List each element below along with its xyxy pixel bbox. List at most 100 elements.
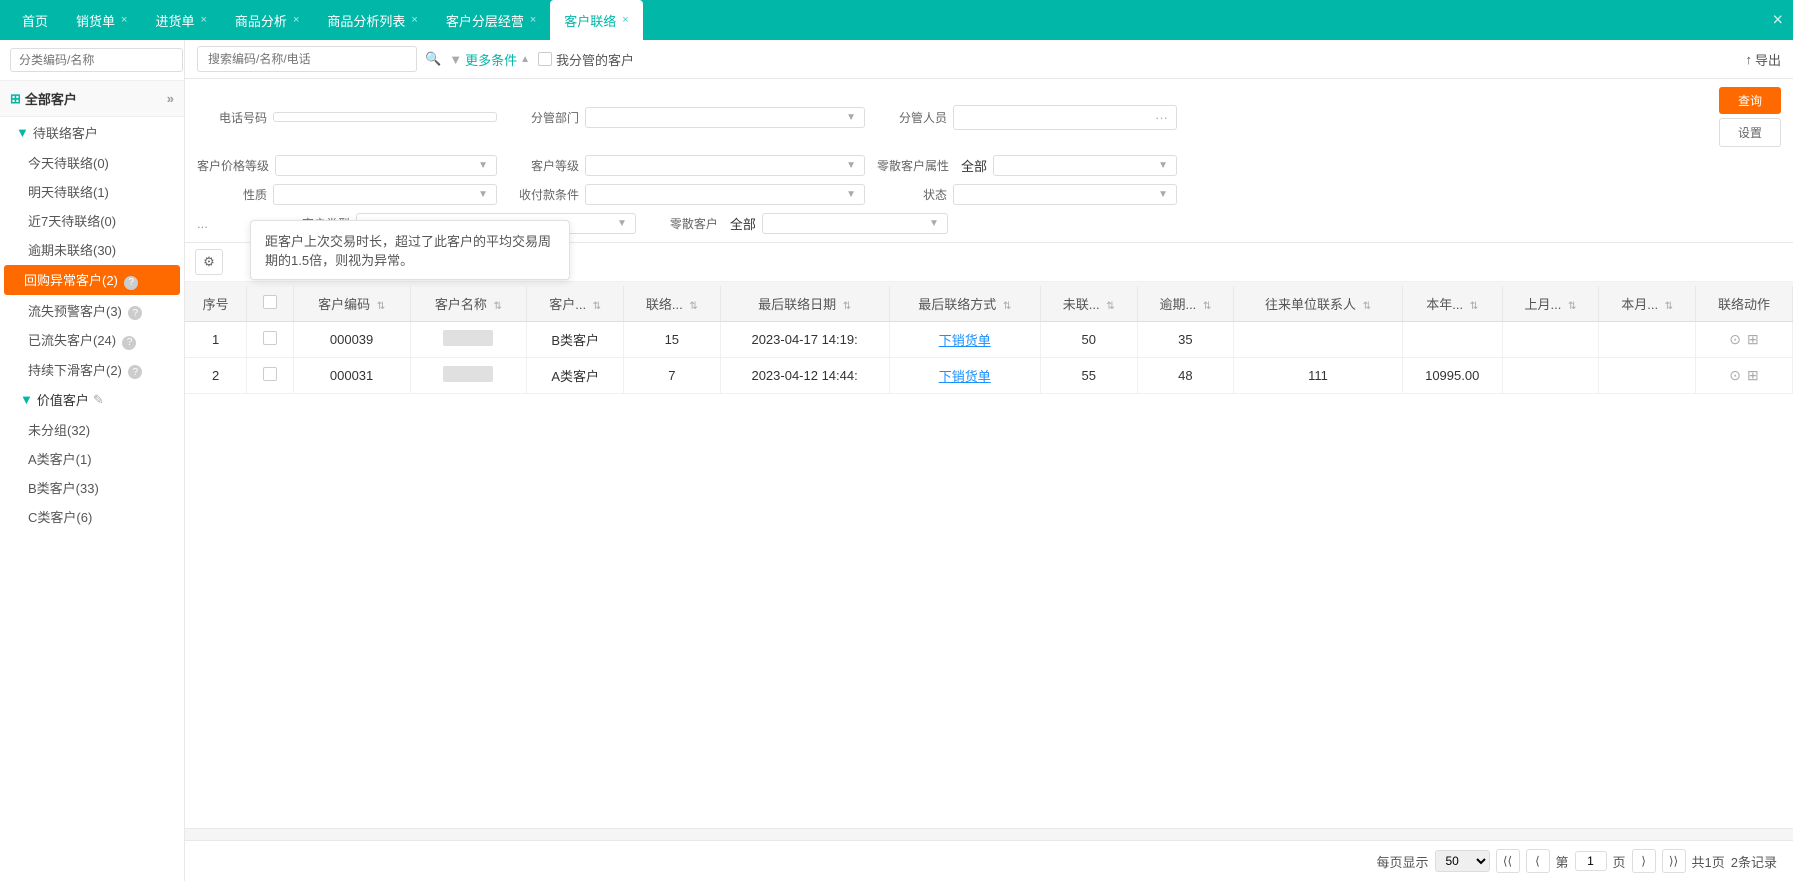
horizontal-scrollbar[interactable]: [185, 828, 1793, 840]
sort-icon: ⇅: [689, 301, 697, 312]
sidebar-item-churn-warning[interactable]: 流失预警客户(3) ?: [0, 296, 184, 326]
chevron-down-icon: ▼: [1158, 189, 1168, 200]
search-button[interactable]: 🔍: [425, 51, 441, 67]
close-icon[interactable]: ×: [200, 14, 206, 26]
my-customer-checkbox[interactable]: [538, 52, 552, 66]
all-customers-title[interactable]: ⊞ 全部客户 »: [0, 81, 184, 117]
sidebar-item-class-b[interactable]: B类客户(33): [0, 473, 184, 502]
payment-terms-dropdown[interactable]: ▼: [585, 184, 865, 205]
nav-product-analysis[interactable]: 商品分析 ×: [221, 0, 313, 40]
col-header-last-month[interactable]: 上月... ⇅: [1502, 286, 1599, 322]
col-header-code[interactable]: 客户编码 ⇅: [293, 286, 410, 322]
sidebar-search-area: 🔍: [0, 40, 184, 81]
tooltip-popup: 距客户上次交易时长，超过了此客户的平均交易周期的1.5倍，则视为异常。: [250, 220, 570, 280]
query-button[interactable]: 查询: [1719, 87, 1781, 114]
cell-code: 000039: [293, 322, 410, 358]
cell-last-contact-method: 下销货单: [889, 358, 1040, 394]
close-icon[interactable]: ×: [121, 14, 127, 26]
chevron-down-icon: ▼: [846, 160, 856, 171]
col-header-contact-count[interactable]: 联络... ⇅: [623, 286, 720, 322]
col-header-contact-person[interactable]: 往来单位联系人 ⇅: [1234, 286, 1403, 322]
phone-input[interactable]: [273, 112, 497, 122]
nav-product-analysis-list[interactable]: 商品分析列表 ×: [313, 0, 431, 40]
collapse-icon[interactable]: »: [167, 91, 174, 106]
cell-checkbox: [247, 322, 293, 358]
row-checkbox[interactable]: [263, 367, 277, 381]
status-dropdown[interactable]: ▼: [953, 184, 1177, 205]
select-all-checkbox[interactable]: [263, 295, 277, 309]
sidebar-item-class-a[interactable]: A类客户(1): [0, 444, 184, 473]
window-close-button[interactable]: ×: [1772, 10, 1783, 31]
settings-button[interactable]: 设置: [1719, 118, 1781, 147]
col-header-current-month[interactable]: 本月... ⇅: [1599, 286, 1696, 322]
retail-property-dropdown[interactable]: ▼: [993, 155, 1177, 176]
filter-action-buttons: 查询 设置: [1719, 87, 1781, 147]
last-page-button[interactable]: ⟩⟩: [1662, 849, 1686, 873]
contact-method-link[interactable]: 下销货单: [939, 369, 991, 384]
col-header-uncontacted[interactable]: 未联... ⇅: [1040, 286, 1137, 322]
sidebar-search-input[interactable]: [10, 48, 183, 72]
sidebar-item-tomorrow[interactable]: 明天待联络(1): [0, 177, 184, 206]
retail-customer-dropdown[interactable]: ▼: [762, 213, 948, 234]
cell-uncontacted: 55: [1040, 358, 1137, 394]
close-icon[interactable]: ×: [293, 14, 299, 26]
nav-customer-tier[interactable]: 客户分层经营 ×: [432, 0, 550, 40]
export-button[interactable]: ↑ 导出: [1745, 50, 1781, 69]
sidebar-item-churned[interactable]: 已流失客户(24) ?: [0, 325, 184, 355]
search-input[interactable]: [197, 46, 417, 72]
sidebar-item-declining[interactable]: 持续下滑客户(2) ?: [0, 355, 184, 385]
first-page-button[interactable]: ⟨⟨: [1496, 849, 1520, 873]
sidebar-item-overdue[interactable]: 逾期未联络(30): [0, 235, 184, 264]
edit-icon[interactable]: ✎: [93, 392, 104, 408]
table-row: 2 000031 A类客户 7 2023-04-12 14:44: 下销货单 5…: [185, 358, 1793, 394]
field-status: 状态 ▼: [877, 184, 1177, 205]
sidebar-item-7days[interactable]: 近7天待联络(0): [0, 206, 184, 235]
row-checkbox[interactable]: [263, 331, 277, 345]
dept-dropdown[interactable]: ▼: [585, 107, 865, 128]
sidebar-item-unclassified[interactable]: 未分组(32): [0, 415, 184, 444]
sidebar-item-repurchase-abnormal[interactable]: 回购异常客户(2) ?: [4, 265, 180, 295]
action-link-icon[interactable]: ⊙: [1729, 367, 1741, 384]
close-icon[interactable]: ×: [622, 14, 628, 26]
sidebar-item-class-c[interactable]: C类客户(6): [0, 502, 184, 531]
nature-dropdown[interactable]: ▼: [273, 184, 497, 205]
price-tier-dropdown[interactable]: ▼: [275, 155, 497, 176]
sidebar-item-today[interactable]: 今天待联络(0): [0, 148, 184, 177]
close-icon[interactable]: ×: [530, 14, 536, 26]
customer-tier-dropdown[interactable]: ▼: [585, 155, 865, 176]
chevron-down-icon: ▼: [478, 189, 488, 200]
info-icon[interactable]: ?: [128, 365, 142, 379]
info-icon[interactable]: ?: [124, 276, 138, 290]
more-conditions-button[interactable]: ▼ 更多条件 ▲: [449, 50, 530, 69]
col-header-last-contact-method[interactable]: 最后联络方式 ⇅: [889, 286, 1040, 322]
contact-method-link[interactable]: 下销货单: [939, 333, 991, 348]
close-icon[interactable]: ×: [411, 14, 417, 26]
filter-row-2: 客户价格等级 ▼ 客户等级 ▼ 零散客户属性 全部: [197, 155, 1781, 176]
prev-page-button[interactable]: ⟨: [1526, 849, 1550, 873]
cell-current-year: [1402, 322, 1502, 358]
info-icon[interactable]: ?: [128, 306, 142, 320]
manager-input[interactable]: ···: [953, 105, 1177, 130]
col-header-current-year[interactable]: 本年... ⇅: [1402, 286, 1502, 322]
col-header-customer-type[interactable]: 客户... ⇅: [527, 286, 624, 322]
action-grid-icon[interactable]: ⊞: [1747, 367, 1759, 384]
table-settings-button[interactable]: ⚙: [195, 249, 223, 275]
more-filters-dots[interactable]: ...: [197, 216, 208, 231]
col-header-name[interactable]: 客户名称 ⇅: [410, 286, 527, 322]
sort-icon: ⇅: [593, 301, 601, 312]
nav-sales-order[interactable]: 销货单 ×: [62, 0, 141, 40]
page-number-input[interactable]: [1575, 851, 1607, 871]
action-link-icon[interactable]: ⊙: [1729, 331, 1741, 348]
per-page-select[interactable]: 50 20 100: [1435, 850, 1490, 872]
sidebar-group-pending[interactable]: ▼ 待联络客户: [0, 117, 184, 148]
sidebar-value-customers-group[interactable]: ▼ 价值客户 ✎: [0, 384, 184, 415]
nav-customer-contact[interactable]: 客户联络 ×: [550, 0, 642, 40]
col-header-overdue[interactable]: 逾期... ⇅: [1137, 286, 1234, 322]
info-icon[interactable]: ?: [122, 336, 136, 350]
nav-home[interactable]: 首页: [8, 0, 62, 40]
dots-icon[interactable]: ···: [1155, 110, 1168, 125]
action-grid-icon[interactable]: ⊞: [1747, 331, 1759, 348]
col-header-last-contact-date[interactable]: 最后联络日期 ⇅: [720, 286, 889, 322]
next-page-button[interactable]: ⟩: [1632, 849, 1656, 873]
nav-purchase-order[interactable]: 进货单 ×: [141, 0, 220, 40]
